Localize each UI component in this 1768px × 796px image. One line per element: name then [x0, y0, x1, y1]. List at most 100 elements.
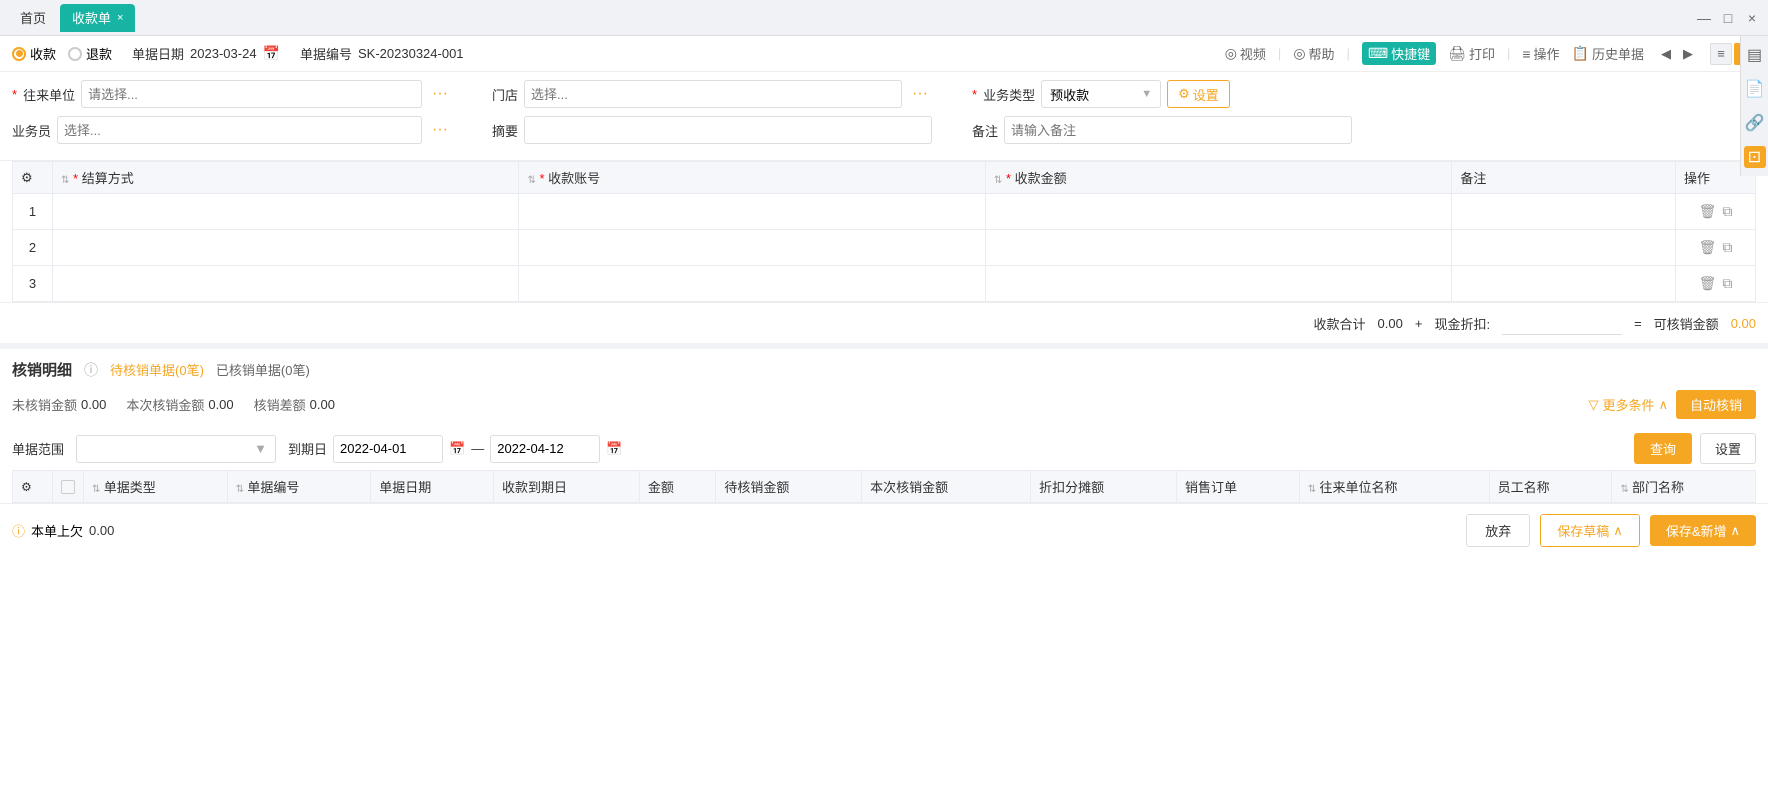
- col-account-header: ⇅ * 收款账号: [519, 162, 985, 194]
- order-info-icon[interactable]: ⓘ: [12, 521, 25, 540]
- row-1-account[interactable]: [519, 194, 985, 230]
- row-3-settlement[interactable]: [53, 266, 519, 302]
- save-new-btn[interactable]: 保存&新增 ∧: [1650, 515, 1756, 546]
- staff-more-btn[interactable]: ···: [428, 121, 452, 139]
- minimize-btn[interactable]: —: [1696, 10, 1712, 26]
- discount-input[interactable]: [1502, 311, 1622, 335]
- divider2: |: [1347, 46, 1350, 61]
- save-new-group: 保存&新增 ∧: [1650, 515, 1756, 546]
- date-to-cal-icon[interactable]: 📅: [606, 441, 622, 457]
- tab-receipt[interactable]: 收款单 ×: [60, 4, 135, 32]
- receipt-radio-circle: [12, 47, 26, 61]
- divider1: |: [1278, 46, 1281, 61]
- cleared-btn[interactable]: 已核销单据(0笔): [216, 360, 310, 379]
- date-from-cal-icon[interactable]: 📅: [449, 441, 465, 457]
- auto-verify-btn[interactable]: 自动核销: [1676, 390, 1756, 419]
- sidebar-expand-icon[interactable]: ⊡: [1744, 146, 1766, 168]
- remark-input[interactable]: [1004, 116, 1352, 144]
- list-view-icon[interactable]: ≡: [1710, 43, 1732, 65]
- history-btn[interactable]: 📋 历史单据: [1572, 44, 1644, 63]
- col-settings-header[interactable]: ⚙: [13, 162, 53, 194]
- counterpart-input[interactable]: [81, 80, 422, 108]
- store-label: 门店: [492, 85, 518, 104]
- chevron-up-icon: ∧: [1658, 397, 1668, 413]
- tab-home[interactable]: 首页: [8, 4, 58, 32]
- maximize-btn[interactable]: □: [1720, 10, 1736, 26]
- help-btn[interactable]: ◎ 帮助: [1293, 44, 1334, 63]
- sidebar-table-icon[interactable]: ▤: [1744, 44, 1766, 66]
- filter-icon: ▽: [1588, 397, 1598, 413]
- row-3-account[interactable]: [519, 266, 985, 302]
- store-field: 门店 ···: [492, 80, 932, 108]
- equals-sign: =: [1634, 316, 1642, 331]
- row-2-remark[interactable]: [1452, 230, 1676, 266]
- row-3-num: 3: [13, 266, 53, 302]
- row-3-copy-btn[interactable]: ⧉: [1722, 275, 1732, 292]
- store-more-btn[interactable]: ···: [908, 85, 932, 103]
- number-field: 单据编号 SK-20230324-001: [300, 44, 464, 63]
- plus-sign: +: [1415, 316, 1423, 331]
- close-btn[interactable]: ×: [1744, 10, 1760, 26]
- sidebar-link-icon[interactable]: 🔗: [1744, 112, 1766, 134]
- verify-title: 核销明细: [12, 359, 72, 380]
- next-arrow[interactable]: ▶: [1678, 44, 1698, 64]
- row-1-actions: 🗑 ⧉: [1684, 203, 1747, 220]
- footer-left: ⓘ 本单上欠 0.00: [12, 521, 114, 540]
- form-area: * 往来单位 ··· 门店 ··· * 业务类型 预收款 ▼ ⚙ 设置: [0, 72, 1768, 161]
- filter-settings-btn[interactable]: 设置: [1700, 433, 1756, 464]
- date-to-input[interactable]: [490, 435, 600, 463]
- right-sidebar: ▤ 📄 🔗 ⊡: [1740, 36, 1768, 176]
- range-select[interactable]: ▼: [76, 435, 276, 463]
- row-1-amount[interactable]: [985, 194, 1451, 230]
- row-2-settlement[interactable]: [53, 230, 519, 266]
- verify-table: ⚙ ⇅ 单据类型 ⇅ 单据编号 单据日期: [12, 470, 1756, 503]
- bottom-col-staff: 员工名称: [1489, 471, 1612, 503]
- form-row-2: 业务员 ··· 摘要 备注: [12, 116, 1756, 144]
- bottom-col-settings[interactable]: ⚙: [13, 471, 53, 503]
- more-conditions-btn[interactable]: ▽ 更多条件 ∧: [1588, 395, 1668, 414]
- row-3-actions: 🗑 ⧉: [1684, 275, 1747, 292]
- date-from-input[interactable]: [333, 435, 443, 463]
- receipt-radio[interactable]: 收款: [12, 44, 56, 63]
- date-calendar-icon[interactable]: 📅: [263, 45, 280, 62]
- row-2-amount[interactable]: [985, 230, 1451, 266]
- row-3-remark[interactable]: [1452, 266, 1676, 302]
- counterpart-required: *: [12, 87, 17, 102]
- shortcut-btn[interactable]: ⌨ 快捷键: [1362, 42, 1436, 65]
- staff-input[interactable]: [57, 116, 422, 144]
- summary-input[interactable]: [524, 116, 932, 144]
- help-label: 帮助: [1309, 44, 1335, 63]
- print-btn[interactable]: 🖨 打印: [1448, 44, 1495, 63]
- row-3-delete-btn[interactable]: 🗑: [1699, 275, 1717, 292]
- operations-btn[interactable]: ≡ 操作: [1522, 44, 1559, 63]
- sidebar-doc-icon[interactable]: 📄: [1744, 78, 1766, 100]
- diff-value: 0.00: [310, 397, 335, 412]
- select-all-checkbox[interactable]: [61, 480, 75, 494]
- type-settings-btn[interactable]: ⚙ 设置: [1167, 80, 1230, 108]
- row-1-settlement[interactable]: [53, 194, 519, 230]
- store-input[interactable]: [524, 80, 902, 108]
- uncancelled-label: 未核销金额: [12, 395, 77, 414]
- counterpart-more-btn[interactable]: ···: [428, 85, 452, 103]
- video-btn[interactable]: ◎ 视频: [1225, 44, 1266, 63]
- refund-radio[interactable]: 退款: [68, 44, 112, 63]
- bottom-col-due-date: 收款到期日: [493, 471, 639, 503]
- row-2-copy-btn[interactable]: ⧉: [1722, 239, 1732, 256]
- print-label: 打印: [1469, 44, 1495, 63]
- col-remark-header: 备注: [1452, 162, 1676, 194]
- row-2-delete-btn[interactable]: 🗑: [1699, 239, 1717, 256]
- pending-btn[interactable]: 待核销单据(0笔): [110, 360, 204, 379]
- row-3-amount[interactable]: [985, 266, 1451, 302]
- row-1-remark[interactable]: [1452, 194, 1676, 230]
- discard-btn[interactable]: 放弃: [1466, 514, 1530, 547]
- save-draft-btn[interactable]: 保存草稿 ∧: [1540, 514, 1640, 547]
- tab-receipt-close[interactable]: ×: [117, 12, 123, 24]
- row-1-copy-btn[interactable]: ⧉: [1722, 203, 1732, 220]
- prev-arrow[interactable]: ◀: [1656, 44, 1676, 64]
- table-row: 2 🗑 ⧉: [13, 230, 1756, 266]
- row-1-delete-btn[interactable]: 🗑: [1699, 203, 1717, 220]
- type-select[interactable]: 预收款 ▼: [1041, 80, 1161, 108]
- verify-info-icon[interactable]: ⓘ: [84, 360, 98, 380]
- query-btn[interactable]: 查询: [1634, 433, 1692, 464]
- row-2-account[interactable]: [519, 230, 985, 266]
